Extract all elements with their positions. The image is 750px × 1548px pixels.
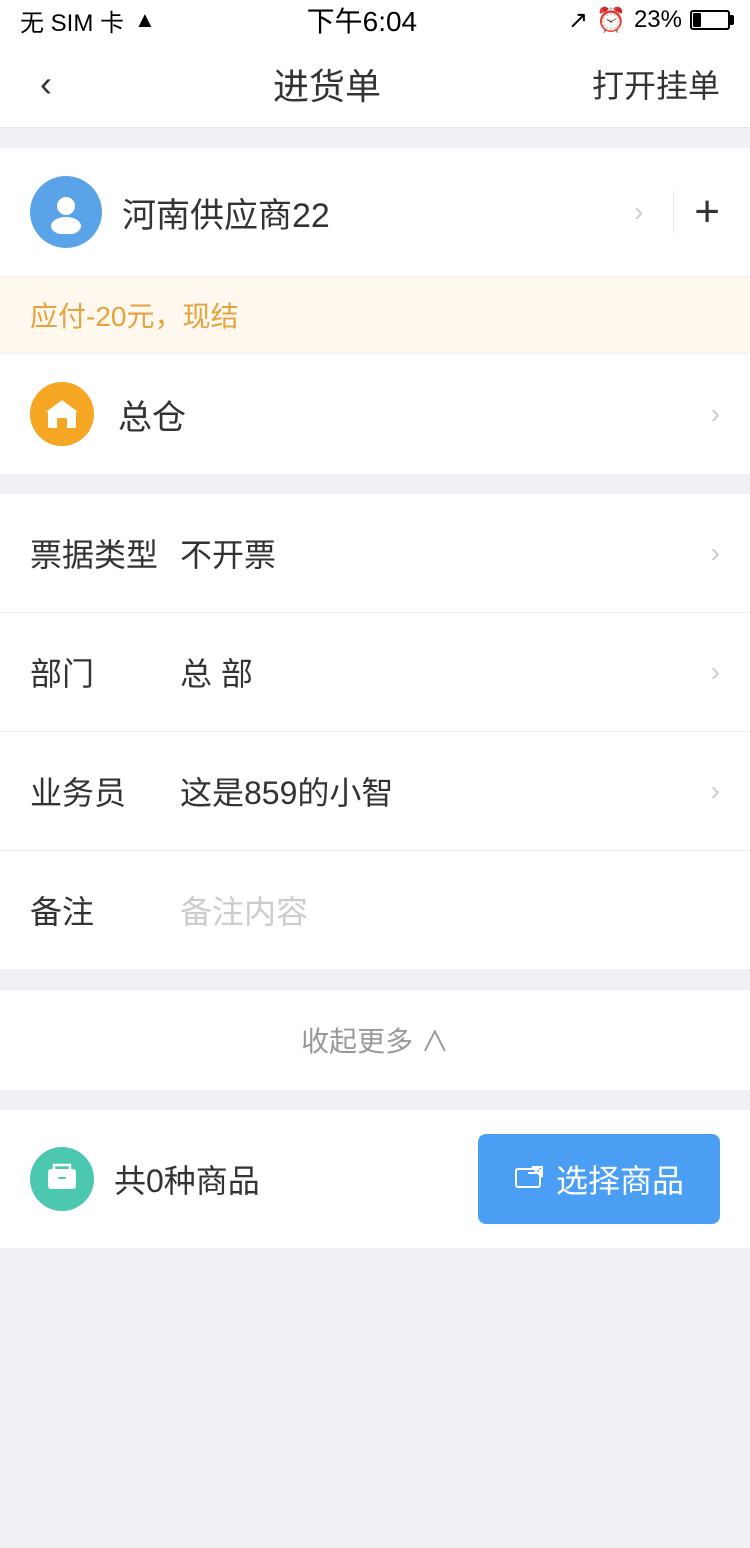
battery-percentage: 23% [634, 6, 682, 34]
status-bar: 无 SIM 卡 ▲ 下午6:04 ↗ ⏰ 23% [0, 0, 750, 40]
page-background [0, 1248, 750, 1548]
location-icon: ↗ [568, 6, 588, 35]
warehouse-svg-icon [44, 396, 80, 432]
battery-icon [690, 10, 730, 30]
remark-row[interactable]: 备注 备注内容 [0, 851, 750, 969]
warehouse-row[interactable]: 总仓 › [0, 353, 750, 474]
status-bar-left: 无 SIM 卡 ▲ [20, 3, 156, 38]
open-pending-button[interactable]: 打开挂单 [592, 61, 720, 107]
warehouse-name: 总仓 [118, 390, 711, 439]
invoice-type-value: 不开票 [170, 530, 711, 576]
supplier-avatar [30, 176, 102, 248]
remark-placeholder: 备注内容 [170, 887, 720, 933]
warehouse-chevron-icon: › [711, 398, 720, 430]
salesperson-value: 这是859的小智 [170, 768, 711, 814]
status-bar-right: ↗ ⏰ 23% [568, 6, 730, 35]
notice-bar: 应付-20元，现结 [0, 277, 750, 353]
page-title: 进货单 [273, 58, 381, 110]
remark-label: 备注 [30, 887, 170, 933]
bottom-bar: 共0种商品 选择商品 [0, 1110, 750, 1248]
select-product-button[interactable]: 选择商品 [478, 1134, 720, 1224]
cart-svg-icon [44, 1161, 80, 1197]
department-label: 部门 [30, 649, 170, 695]
supplier-name: 河南供应商22 [122, 188, 634, 237]
warehouse-icon [30, 382, 94, 446]
invoice-type-row[interactable]: 票据类型 不开票 › [0, 494, 750, 613]
nav-bar: ‹ 进货单 打开挂单 [0, 40, 750, 128]
salesperson-chevron-icon: › [711, 775, 720, 807]
select-product-label: 选择商品 [556, 1156, 684, 1202]
alarm-icon: ⏰ [596, 6, 626, 35]
invoice-type-chevron-icon: › [711, 537, 720, 569]
wifi-icon: ▲ [134, 7, 156, 33]
add-supplier-button[interactable]: + [673, 190, 720, 234]
avatar-icon [44, 190, 88, 234]
collapse-button[interactable]: 收起更多 ∧ [301, 1026, 449, 1057]
department-row[interactable]: 部门 总 部 › [0, 613, 750, 732]
select-product-icon [514, 1163, 546, 1195]
status-bar-time: 下午6:04 [307, 0, 418, 40]
back-button[interactable]: ‹ [30, 53, 62, 115]
department-value: 总 部 [170, 649, 711, 695]
carrier-label: 无 SIM 卡 [20, 3, 124, 38]
supplier-chevron-icon: › [634, 196, 643, 228]
salesperson-row[interactable]: 业务员 这是859的小智 › [0, 732, 750, 851]
supplier-section: 河南供应商22 › + 应付-20元，现结 总仓 › [0, 148, 750, 474]
form-section: 票据类型 不开票 › 部门 总 部 › 业务员 这是859的小智 › 备注 备注… [0, 494, 750, 969]
invoice-type-label: 票据类型 [30, 530, 170, 576]
department-chevron-icon: › [711, 656, 720, 688]
notice-text: 应付-20元，现结 [30, 301, 238, 332]
salesperson-label: 业务员 [30, 768, 170, 814]
supplier-row[interactable]: 河南供应商22 › + [0, 148, 750, 277]
product-count-label: 共0种商品 [114, 1156, 478, 1202]
product-cart-icon [30, 1147, 94, 1211]
collapse-section: 收起更多 ∧ [0, 989, 750, 1090]
top-divider [0, 128, 750, 148]
